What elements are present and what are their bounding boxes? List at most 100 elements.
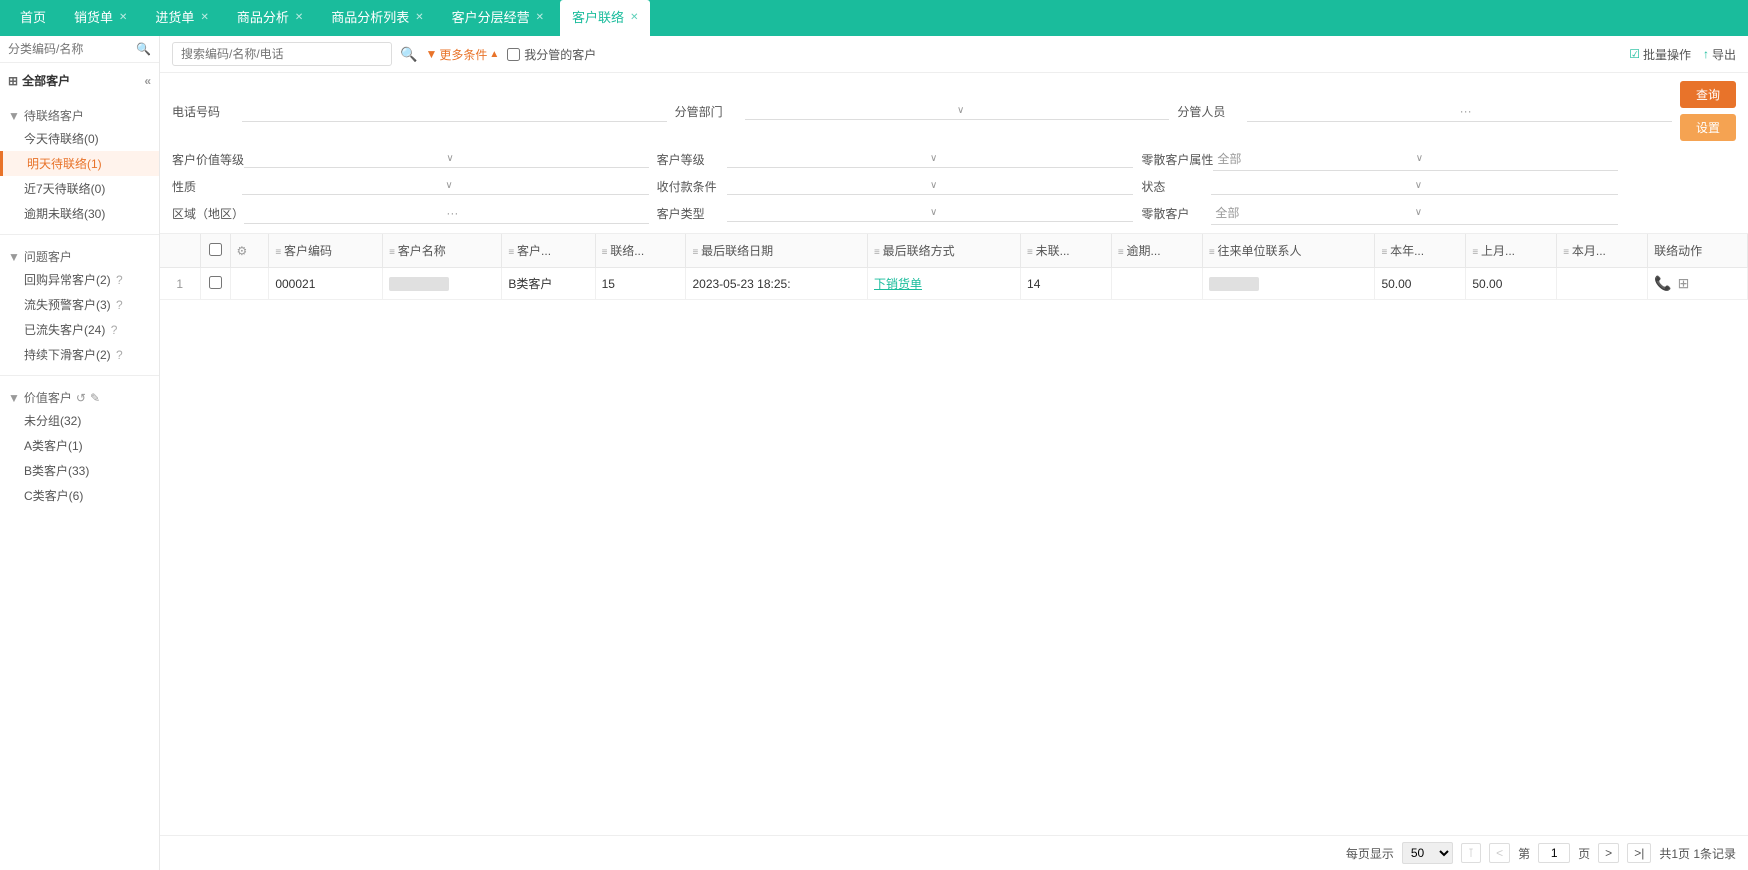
pending-group-label[interactable]: ▼ 待联络客户 [0, 102, 159, 126]
sidebar-item-c-class[interactable]: C类客户(6) [0, 483, 159, 508]
cell-customer-code: 000021 [269, 268, 383, 300]
sidebar-item-b-class[interactable]: B类客户(33) [0, 458, 159, 483]
last-page-button[interactable]: >| [1627, 843, 1651, 863]
nature-chevron: ∨ [445, 180, 644, 191]
th-last-contact-method[interactable]: 最后联络方式 [868, 234, 1021, 268]
cell-unit-contact [1202, 268, 1375, 300]
prev-page-button[interactable]: < [1489, 843, 1510, 863]
retail-attr-chevron: ∨ [1416, 153, 1614, 164]
region-select[interactable]: ··· [244, 203, 649, 224]
sidebar-item-today[interactable]: 今天待联络(0) [0, 126, 159, 151]
th-overdue[interactable]: 逾期... [1111, 234, 1202, 268]
payment-select[interactable]: ∨ [727, 177, 1134, 195]
collapse-icon[interactable]: « [144, 74, 151, 88]
customer-value-select[interactable]: ∨ [244, 150, 649, 168]
close-customer-tiered-icon[interactable]: ✕ [536, 0, 544, 36]
th-unit-contact[interactable]: 往来单位联系人 [1202, 234, 1375, 268]
nav-tab-product-analysis[interactable]: 商品分析 ✕ [225, 0, 315, 36]
sidebar-item-ungrouped[interactable]: 未分组(32) [0, 408, 159, 433]
cell-action: 📞 ⊞ [1648, 268, 1748, 300]
sidebar-item-churned[interactable]: 已流失客户(24) ? [0, 317, 159, 342]
person-dots-icon: ··· [1460, 104, 1668, 118]
all-customers-header[interactable]: ⊞ 全部客户 « [0, 67, 159, 94]
last-contact-method-link[interactable]: 下销货单 [874, 277, 922, 291]
nav-home[interactable]: 首页 [8, 0, 58, 36]
th-uncontacted[interactable]: 未联... [1021, 234, 1112, 268]
sidebar-item-overdue[interactable]: 逾期未联络(30) [0, 201, 159, 226]
th-this-month[interactable]: 本月... [1557, 234, 1648, 268]
filter-row-1: 电话号码 分管部门 ∨ 分管人员 ··· [172, 81, 1736, 141]
cell-last-contact-method: 下销货单 [868, 268, 1021, 300]
nature-select[interactable]: ∨ [242, 177, 649, 195]
person-select[interactable]: ··· [1247, 101, 1672, 122]
retail-attr-select[interactable]: 全部 ∨ [1213, 147, 1618, 171]
bulk-action-button[interactable]: ☑ 批量操作 [1629, 46, 1691, 63]
nav-tab-sales[interactable]: 销货单 ✕ [62, 0, 139, 36]
phone-input[interactable] [242, 101, 667, 122]
cell-customer-name [383, 268, 502, 300]
sidebar-search-icon[interactable]: 🔍 [136, 42, 151, 56]
more-action-icon[interactable]: ⊞ [1678, 275, 1690, 292]
th-this-year[interactable]: 本年... [1375, 234, 1466, 268]
sidebar-item-a-class[interactable]: A类客户(1) [0, 433, 159, 458]
phone-action-icon[interactable]: 📞 [1654, 275, 1671, 292]
sidebar-item-churn-warning[interactable]: 流失预警客户(3) ? [0, 292, 159, 317]
more-conditions-button[interactable]: ▼ 更多条件 ▲ [425, 46, 499, 63]
sidebar-item-7days[interactable]: 近7天待联络(0) [0, 176, 159, 201]
sidebar-divider-2 [0, 375, 159, 376]
next-page-button[interactable]: > [1598, 843, 1619, 863]
export-button[interactable]: ↑ 导出 [1703, 46, 1736, 63]
th-last-contact-date[interactable]: 最后联络日期 [686, 234, 868, 268]
my-customers-checkbox[interactable] [507, 48, 520, 61]
search-button[interactable]: 🔍 [400, 46, 417, 63]
customer-type-select[interactable]: ∨ [727, 204, 1134, 222]
status-select[interactable]: ∨ [1211, 177, 1618, 195]
th-contact[interactable]: 联络... [595, 234, 686, 268]
close-customer-contact-icon[interactable]: ✕ [630, 0, 638, 36]
table-gear-icon[interactable]: ⚙ [237, 244, 248, 258]
search-input[interactable] [172, 42, 392, 66]
my-customers-check[interactable]: 我分管的客户 [507, 46, 596, 63]
query-button[interactable]: 查询 [1680, 81, 1736, 108]
close-purchase-icon[interactable]: ✕ [200, 0, 208, 36]
nav-tab-purchase[interactable]: 进货单 ✕ [143, 0, 220, 36]
value-group-label[interactable]: ▼ 价值客户 ↺ ✎ [0, 384, 159, 408]
settings-button[interactable]: 设置 [1680, 114, 1736, 141]
sidebar-item-repurchase-anomaly[interactable]: 回购异常客户(2) ? [0, 267, 159, 292]
edit-value-icon[interactable]: ✎ [90, 391, 100, 405]
first-page-button[interactable]: ⊺ [1461, 843, 1481, 863]
close-sales-icon[interactable]: ✕ [119, 0, 127, 36]
dept-select[interactable]: ∨ [745, 102, 1170, 120]
th-unit-contact-label: 往来单位联系人 [1217, 244, 1301, 258]
nav-tab-customer-tiered[interactable]: 客户分层经营 ✕ [440, 0, 556, 36]
retail-attr-field: 零散客户属性 全部 ∨ [1141, 147, 1618, 171]
export-icon: ↑ [1703, 47, 1709, 61]
nav-tab-product-analysis-list[interactable]: 商品分析列表 ✕ [319, 0, 435, 36]
table-wrapper: ⚙ 客户编码 客户名称 客户... 联络... [160, 234, 1748, 835]
th-customer-type[interactable]: 客户... [502, 234, 595, 268]
sidebar-item-tomorrow[interactable]: 明天待联络(1) [0, 151, 159, 176]
close-product-analysis-icon[interactable]: ✕ [295, 0, 303, 36]
th-customer-name[interactable]: 客户名称 [383, 234, 502, 268]
sidebar-item-declining[interactable]: 持续下滑客户(2) ? [0, 342, 159, 367]
retail-customer-select[interactable]: 全部 ∨ [1211, 201, 1618, 225]
page-input[interactable] [1538, 843, 1570, 863]
nav-tab-customer-contact[interactable]: 客户联络 ✕ [560, 0, 650, 36]
row-checkbox[interactable] [209, 276, 222, 289]
problem-group-label[interactable]: ▼ 问题客户 [0, 243, 159, 267]
select-all-checkbox[interactable] [209, 243, 222, 256]
cell-last-contact-date: 2023-05-23 18:25: [686, 268, 868, 300]
contact-blur [1209, 277, 1259, 291]
th-customer-code[interactable]: 客户编码 [269, 234, 383, 268]
th-gear: ⚙ [230, 234, 269, 268]
status-field: 状态 ∨ [1141, 177, 1618, 195]
problem-triangle-icon: ▼ [8, 250, 20, 264]
sidebar-search-input[interactable] [8, 42, 132, 56]
th-last-month[interactable]: 上月... [1466, 234, 1557, 268]
refresh-icon[interactable]: ↺ [76, 391, 86, 405]
customer-level-select[interactable]: ∨ [727, 150, 1134, 168]
th-action: 联络动作 [1648, 234, 1748, 268]
per-page-select[interactable]: 50 10 20 100 [1402, 842, 1453, 864]
advanced-filter: 电话号码 分管部门 ∨ 分管人员 ··· [160, 73, 1748, 234]
close-product-analysis-list-icon[interactable]: ✕ [415, 0, 423, 36]
